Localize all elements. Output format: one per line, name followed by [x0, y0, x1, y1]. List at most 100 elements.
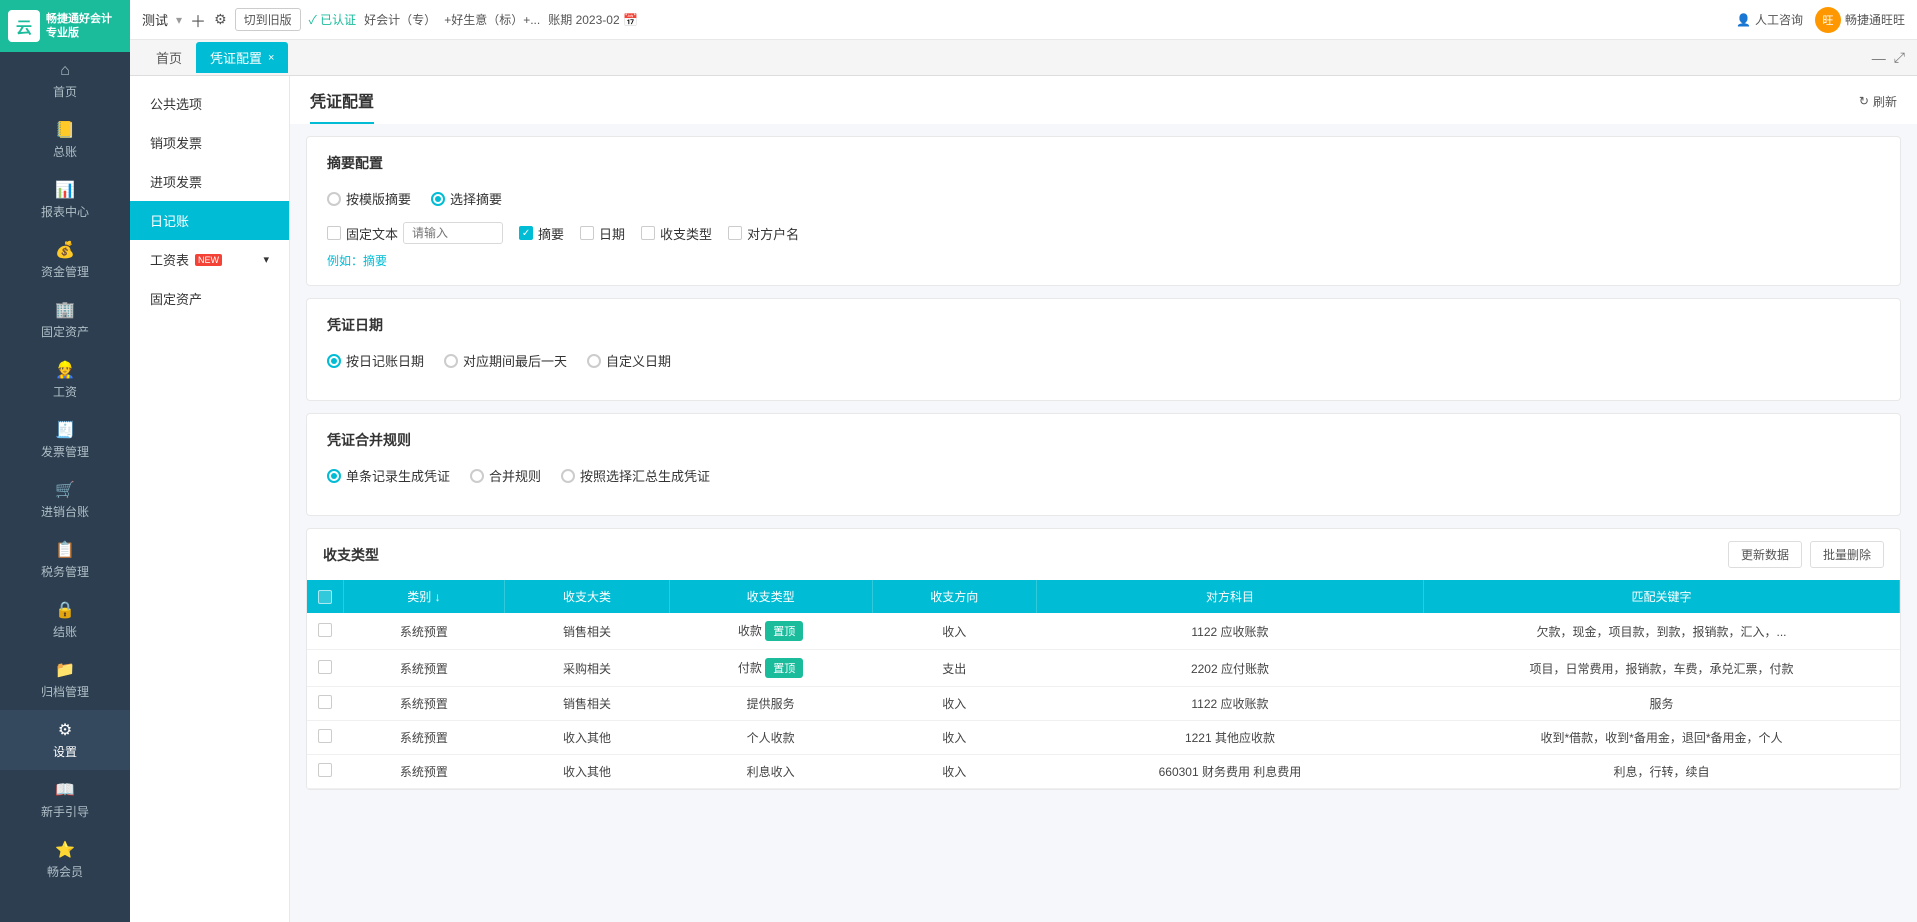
nav-arrow-icon: ▾: [263, 253, 269, 266]
merge-radio-0[interactable]: 单条记录生成凭证: [327, 466, 450, 485]
minimize-button[interactable]: —: [1872, 49, 1886, 66]
sidebar-item-工资[interactable]: 👷工资: [0, 350, 130, 410]
table-header-main_type: 收支大类: [505, 580, 669, 613]
sidebar-label-10: 归档管理: [41, 683, 89, 700]
left-nav-item-日记账[interactable]: 日记账: [130, 201, 289, 240]
table-header-checkbox[interactable]: [307, 580, 343, 613]
select-all-checkbox[interactable]: [318, 590, 332, 604]
app-logo: 云 畅捷通好会计 专业版: [0, 0, 130, 52]
summary-checkbox-0[interactable]: 固定文本: [327, 222, 503, 244]
cell-main-type: 销售相关: [505, 687, 669, 721]
table-action-buttons: 更新数据 批量删除: [1728, 541, 1884, 568]
good-acc-label: 好会计（专）: [364, 11, 436, 28]
sidebar-label-7: 进销台账: [41, 503, 89, 520]
summary-config-section: 摘要配置 按模版摘要选择摘要 固定文本✓摘要日期收支类型对方户名 例如：摘要: [306, 136, 1901, 286]
cell-main-type: 销售相关: [505, 613, 669, 650]
cell-keywords: 收到*借款，收到*备用金，退回*备用金，个人: [1424, 721, 1900, 755]
sidebar-icon-4: 🏢: [55, 300, 75, 320]
sidebar-item-畅会员[interactable]: ⭐畅会员: [0, 830, 130, 890]
sidebar-icon-5: 👷: [55, 360, 75, 380]
tab-voucher-config[interactable]: 凭证配置 ×: [196, 42, 288, 73]
row-checkbox[interactable]: [318, 729, 332, 743]
checkbox-box-4: [728, 226, 742, 240]
summary-radio-0[interactable]: 按模版摘要: [327, 189, 411, 208]
row-checkbox[interactable]: [318, 660, 332, 674]
company-dropdown-icon[interactable]: ▾: [176, 13, 182, 27]
cell-account: 660301 财务费用 利息费用: [1036, 755, 1423, 789]
maximize-button[interactable]: ⤢: [1894, 49, 1905, 66]
sidebar-icon-12: 📖: [55, 780, 75, 800]
switch-version-button[interactable]: 切到旧版: [235, 8, 301, 31]
checkbox-label-3: 收支类型: [660, 224, 712, 243]
add-button[interactable]: ＋: [190, 8, 206, 32]
refresh-button[interactable]: ↻ 刷新: [1859, 93, 1897, 120]
left-nav-item-工资表[interactable]: 工资表 NEW ▾: [130, 240, 289, 279]
date-config-section: 凭证日期 按日记账日期对应期间最后一天自定义日期: [306, 298, 1901, 401]
summary-checkbox-1[interactable]: ✓摘要: [519, 224, 564, 243]
sidebar-item-发票管理[interactable]: 🧾发票管理: [0, 410, 130, 470]
merge-config-section: 凭证合并规则 单条记录生成凭证合并规则按照选择汇总生成凭证: [306, 413, 1901, 516]
sidebar-item-固定资产[interactable]: 🏢固定资产: [0, 290, 130, 350]
cell-sub-type: 提供服务: [669, 687, 872, 721]
summary-checkbox-2[interactable]: 日期: [580, 224, 625, 243]
sidebar-item-进销台账[interactable]: 🛒进销台账: [0, 470, 130, 530]
sidebar-item-税务管理[interactable]: 📋税务管理: [0, 530, 130, 590]
income-table: 类别 ↓收支大类收支类型收支方向对方科目匹配关键字 系统预置销售相关收款 置顶收…: [307, 580, 1900, 789]
sidebar-label-9: 结账: [53, 623, 77, 640]
cell-sub-type: 付款 置顶: [669, 650, 872, 687]
user-menu[interactable]: 旺 畅捷通旺旺: [1815, 7, 1905, 33]
sidebar-item-结账[interactable]: 🔒 结账: [0, 590, 130, 650]
calendar-icon[interactable]: 📅: [623, 13, 638, 27]
cell-direction: 收入: [872, 755, 1036, 789]
cell-sub-type: 个人收款: [669, 721, 872, 755]
sidebar-icon-1: 📒: [55, 120, 75, 140]
checkbox-box-2: [580, 226, 594, 240]
sidebar-icon-9: 🔒: [55, 600, 75, 620]
update-data-button[interactable]: 更新数据: [1728, 541, 1802, 568]
top-tag-button[interactable]: 置顶: [765, 621, 803, 641]
left-nav-item-进项发票[interactable]: 进项发票: [130, 162, 289, 201]
page-body: 公共选项销项发票进项发票日记账工资表 NEW ▾固定资产 凭证配置 ↻ 刷新 摘…: [130, 76, 1917, 922]
sidebar-item-报表中心[interactable]: 📊报表中心: [0, 170, 130, 230]
tab-home[interactable]: 首页: [142, 42, 196, 73]
sidebar-item-新手引导[interactable]: 📖新手引导: [0, 770, 130, 830]
cell-keywords: 服务: [1424, 687, 1900, 721]
new-badge: NEW: [195, 254, 222, 266]
radio-label-1: 选择摘要: [450, 189, 502, 208]
left-nav: 公共选项销项发票进项发票日记账工资表 NEW ▾固定资产: [130, 76, 290, 922]
cell-keywords: 利息，行转，续自: [1424, 755, 1900, 789]
left-nav-item-公共选项[interactable]: 公共选项: [130, 84, 289, 123]
summary-radio-1[interactable]: 选择摘要: [431, 189, 502, 208]
main-area: 测试 ▾ ＋ ⚙ 切到旧版 ✓ 已认证 好会计（专） +好生意（标）+... 账…: [130, 0, 1917, 922]
sidebar-item-首页[interactable]: ⌂首页: [0, 52, 130, 110]
fixed-text-input[interactable]: [403, 222, 503, 244]
tab-close-icon[interactable]: ×: [268, 52, 274, 64]
summary-checkbox-3[interactable]: 收支类型: [641, 224, 712, 243]
merge-radio-1[interactable]: 合并规则: [470, 466, 541, 485]
top-tag-button[interactable]: 置顶: [765, 658, 803, 678]
table-row: 系统预置销售相关提供服务收入1122 应收账款服务: [307, 687, 1900, 721]
consult-button[interactable]: 👤 人工咨询: [1736, 11, 1803, 28]
settings-icon[interactable]: ⚙: [214, 11, 227, 28]
sidebar-item-资金管理[interactable]: 💰资金管理: [0, 230, 130, 290]
cell-category: 系统预置: [343, 613, 505, 650]
row-checkbox[interactable]: [318, 623, 332, 637]
sidebar-item-设置[interactable]: ⚙设置: [0, 710, 130, 770]
table-header-account: 对方科目: [1036, 580, 1423, 613]
sidebar: 云 畅捷通好会计 专业版 ⌂首页📒总账📊报表中心💰资金管理🏢固定资产👷工资🧾发票…: [0, 0, 130, 922]
date-radio-2[interactable]: 自定义日期: [587, 351, 671, 370]
date-radio-1[interactable]: 对应期间最后一天: [444, 351, 567, 370]
row-checkbox[interactable]: [318, 695, 332, 709]
merge-radio-2[interactable]: 按照选择汇总生成凭证: [561, 466, 710, 485]
date-radio-0[interactable]: 按日记账日期: [327, 351, 424, 370]
avatar: 旺: [1815, 7, 1841, 33]
left-nav-item-销项发票[interactable]: 销项发票: [130, 123, 289, 162]
batch-delete-button[interactable]: 批量删除: [1810, 541, 1884, 568]
sidebar-item-总账[interactable]: 📒总账: [0, 110, 130, 170]
cell-keywords: 项目，日常费用，报销款，车费，承兑汇票，付款: [1424, 650, 1900, 687]
row-checkbox[interactable]: [318, 763, 332, 777]
left-nav-item-固定资产[interactable]: 固定资产: [130, 279, 289, 318]
sidebar-item-归档管理[interactable]: 📁归档管理: [0, 650, 130, 710]
company-name: 测试: [142, 10, 168, 29]
summary-checkbox-4[interactable]: 对方户名: [728, 224, 799, 243]
